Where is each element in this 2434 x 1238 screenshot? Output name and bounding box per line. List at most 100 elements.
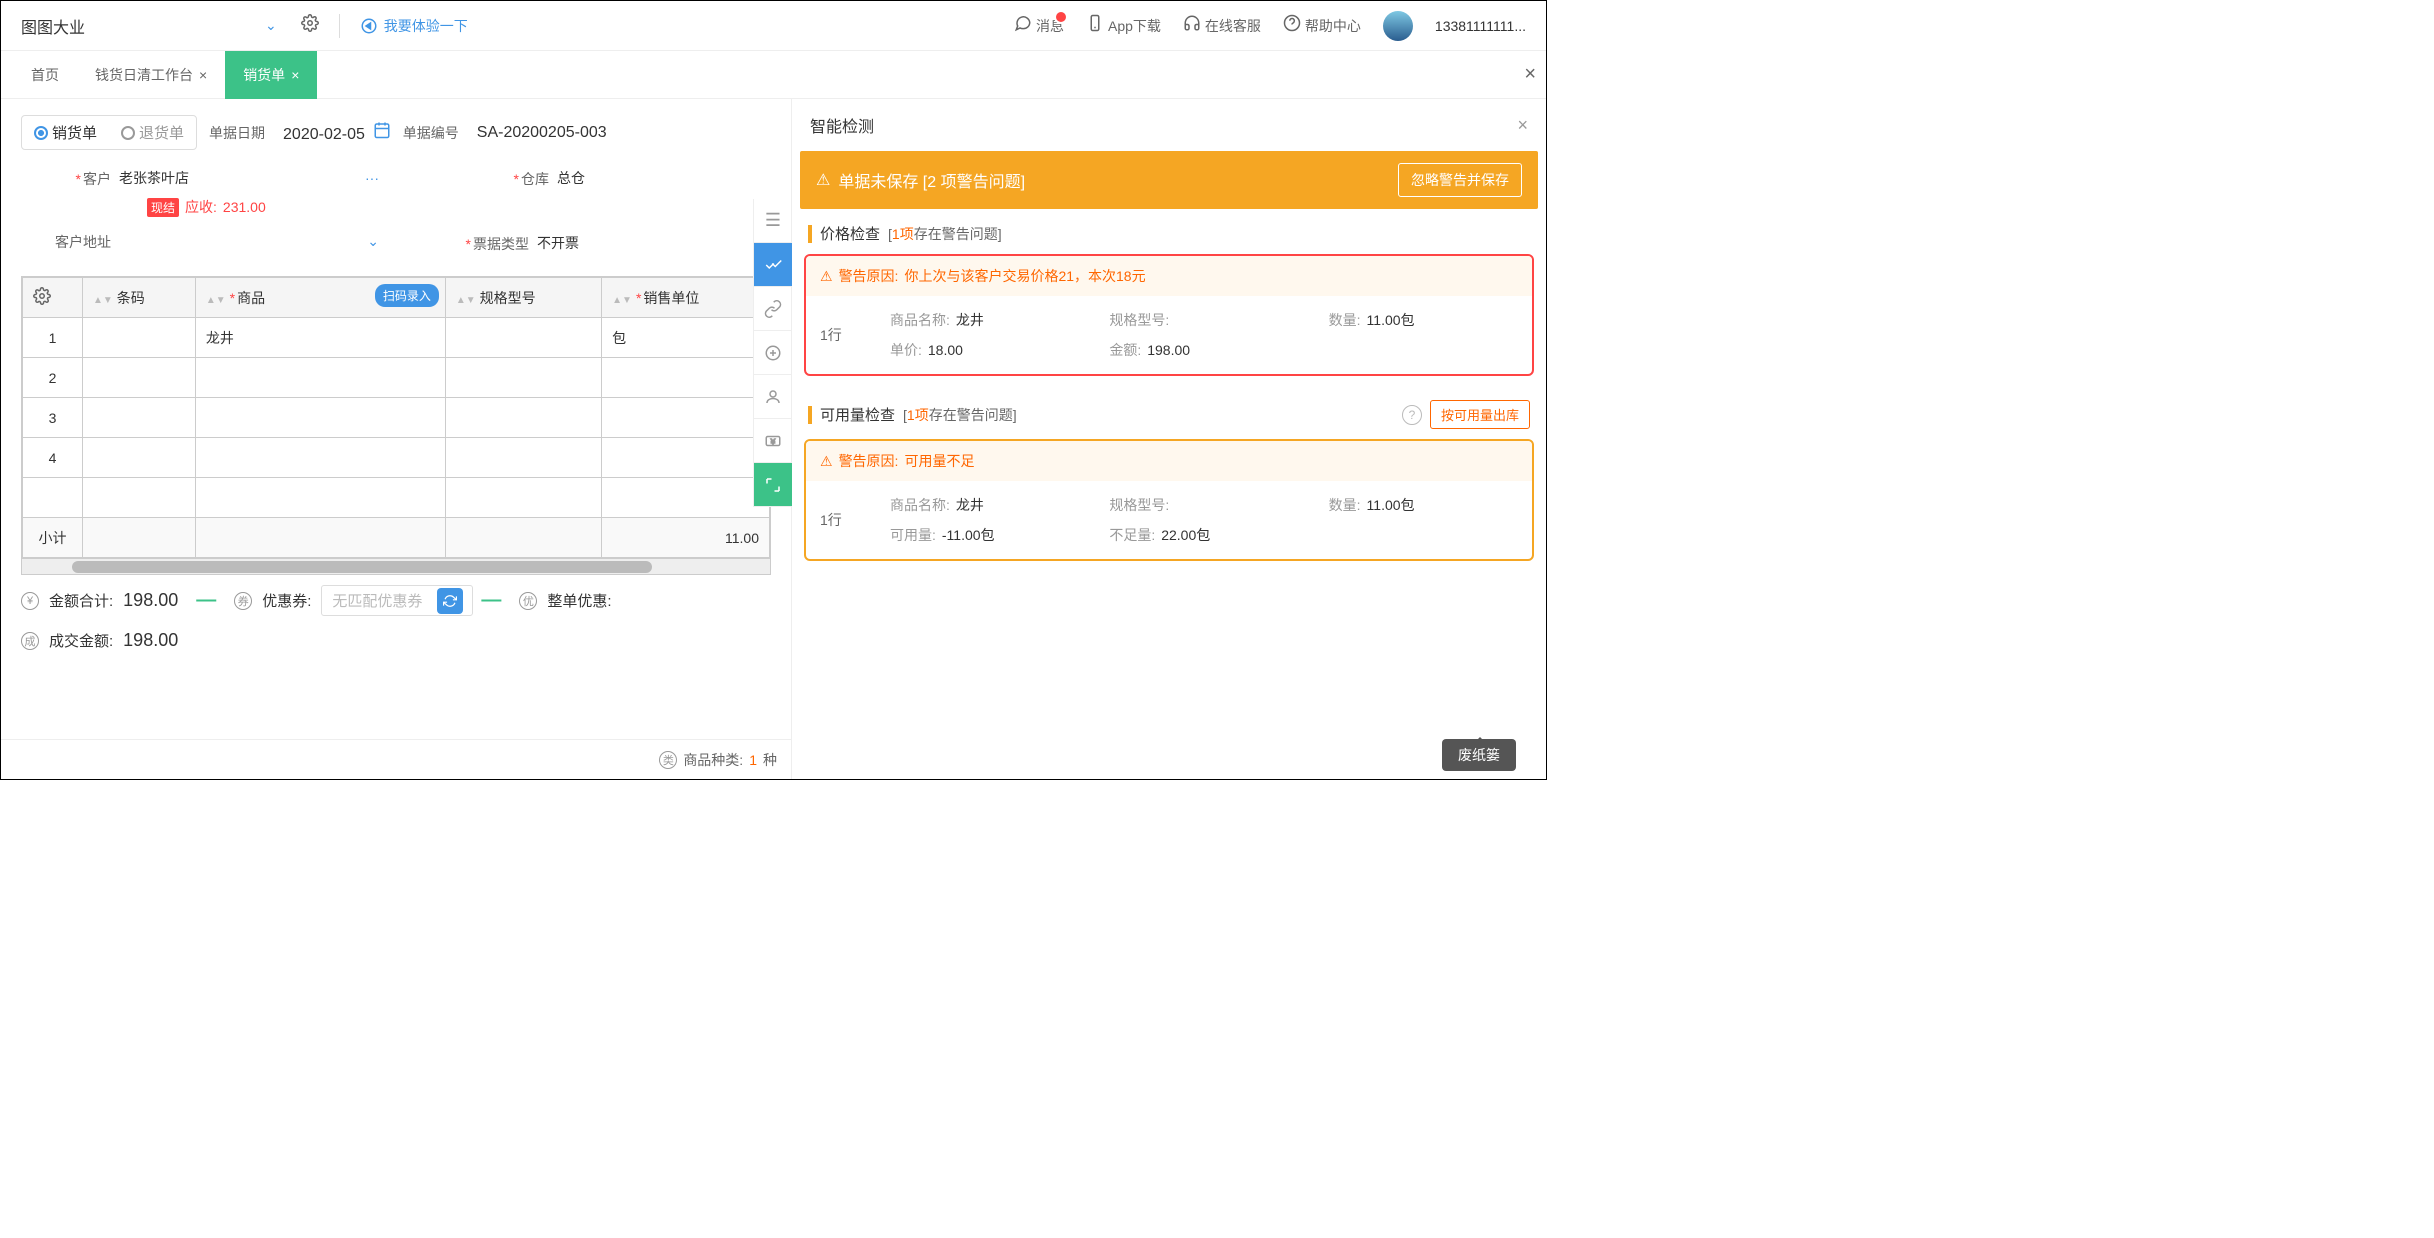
deal-row: 成 成交金额: 198.00	[21, 630, 771, 651]
side-icon-expand[interactable]	[754, 463, 792, 507]
trash-button[interactable]: 废纸篓	[1442, 739, 1516, 771]
table-row[interactable]: 1龙井包	[23, 318, 770, 358]
sort-icon: ▲▼	[206, 298, 226, 304]
chevron-down-icon[interactable]: ⌄	[367, 233, 379, 250]
warn-reason-label: 警告原因:	[839, 266, 899, 286]
totals-row: ¥ 金额合计: 198.00 — 券 优惠券: 无匹配优惠券 — 优 整单优惠:	[21, 585, 771, 616]
help-center-label: 帮助中心	[1305, 16, 1361, 36]
warning-icon: ⚠	[816, 170, 830, 190]
out-by-available-button[interactable]: 按可用量出库	[1430, 400, 1530, 429]
chevron-down-icon: ⌄	[265, 17, 277, 34]
row-tag: 1行	[820, 310, 870, 360]
customer-label: *客户	[21, 169, 111, 189]
amount-value: 198.00	[123, 590, 178, 611]
company-name: 图图大业	[21, 14, 85, 38]
address-label: 客户地址	[21, 232, 111, 252]
receivable-row: 现结 应收: 231.00	[147, 197, 771, 217]
th-spec[interactable]: ▲▼规格型号	[445, 278, 601, 318]
stock-check-meta: [1项存在警告问题]	[903, 405, 1017, 425]
horizontal-scrollbar[interactable]	[22, 558, 770, 574]
radio-return-label: 退货单	[139, 122, 184, 143]
deal-icon: 成	[21, 632, 39, 650]
table-row[interactable]	[23, 478, 770, 518]
more-icon[interactable]: ···	[365, 170, 379, 186]
minus-icon: —	[481, 589, 501, 612]
radio-return[interactable]: 退货单	[109, 116, 196, 149]
message-icon	[1014, 14, 1032, 37]
close-icon[interactable]: ×	[291, 67, 299, 83]
stock-check-title: 可用量检查	[820, 404, 895, 425]
sort-icon: ▲▼	[612, 298, 632, 304]
address-input[interactable]: ⌄	[119, 231, 379, 253]
side-icon-money[interactable]: ¥	[754, 419, 792, 463]
radio-sales[interactable]: 销货单	[22, 116, 109, 149]
price-warning-box: ⚠ 警告原因: 你上次与该客户交易价格21，本次18元 1行 商品名称:龙井 规…	[804, 254, 1534, 376]
tab-workbench[interactable]: 钱货日清工作台 ×	[77, 51, 225, 99]
warehouse-input[interactable]: 总仓	[557, 166, 677, 191]
notification-dot-icon	[1054, 10, 1068, 24]
minus-icon: —	[196, 589, 216, 612]
table-row[interactable]: 4	[23, 438, 770, 478]
messages-link[interactable]: 消息	[1014, 14, 1064, 37]
topbar: 图图大业 ⌄ 我要体验一下 消息 App下载 在线客服	[1, 1, 1546, 51]
items-table: ▲▼条码 ▲▼*商品 扫码录入 ▲▼规格型号 ▲▼*销售单位 1龙井包 2 3	[21, 276, 771, 575]
help-icon[interactable]: ?	[1402, 405, 1422, 425]
close-icon[interactable]: ×	[1517, 115, 1528, 136]
avatar[interactable]	[1383, 11, 1413, 41]
side-icon-user[interactable]	[754, 375, 792, 419]
sort-icon: ▲▼	[456, 298, 476, 304]
headset-icon	[1183, 14, 1201, 37]
ignore-save-button[interactable]: 忽略警告并保存	[1398, 163, 1522, 197]
price-check-title: 价格检查	[820, 223, 880, 244]
close-all-icon[interactable]: ×	[1524, 63, 1536, 86]
section-bar-icon	[808, 225, 812, 243]
th-barcode[interactable]: ▲▼条码	[83, 278, 196, 318]
table-row[interactable]: 2	[23, 358, 770, 398]
side-icon-history[interactable]	[754, 331, 792, 375]
side-icons: ☰ ¥	[753, 199, 791, 507]
side-icon-list[interactable]: ☰	[754, 199, 792, 243]
th-unit[interactable]: ▲▼*销售单位	[602, 278, 770, 318]
experience-label: 我要体验一下	[384, 16, 468, 36]
company-select[interactable]: 图图大业 ⌄	[21, 14, 277, 38]
tab-sales[interactable]: 销货单 ×	[225, 51, 317, 99]
warning-icon: ⚠	[820, 453, 833, 470]
side-icon-check[interactable]	[754, 243, 792, 287]
alert-bar: ⚠ 单据未保存 [2 项警告问题] 忽略警告并保存	[800, 151, 1538, 209]
price-check-meta: [1项存在警告问题]	[888, 224, 1002, 244]
stock-warning-box: ⚠ 警告原因: 可用量不足 1行 商品名称:龙井 规格型号: 数量:11.00包…	[804, 439, 1534, 561]
doc-type-radio: 销货单 退货单	[21, 115, 197, 150]
scan-button[interactable]: 扫码录入	[375, 284, 439, 307]
date-value: 2020-02-05	[283, 126, 365, 143]
customer-input[interactable]: 老张茶叶店 ···	[119, 166, 379, 191]
online-service-link[interactable]: 在线客服	[1183, 14, 1261, 37]
date-field[interactable]: 2020-02-05	[277, 121, 391, 144]
coupon-icon: 券	[234, 592, 252, 610]
side-icon-link[interactable]	[754, 287, 792, 331]
experience-link[interactable]: 我要体验一下	[360, 16, 468, 36]
coupon-label: 优惠券:	[262, 590, 311, 611]
row-tag: 1行	[820, 495, 870, 545]
customer-value: 老张茶叶店	[119, 168, 189, 188]
th-settings[interactable]	[23, 278, 83, 318]
invoice-type-label: *票据类型	[439, 234, 529, 254]
help-center-link[interactable]: 帮助中心	[1283, 14, 1361, 37]
invoice-type-input[interactable]: 不开票	[537, 231, 657, 256]
kinds-suffix: 种	[763, 750, 777, 770]
app-download-link[interactable]: App下载	[1086, 14, 1161, 37]
close-icon[interactable]: ×	[199, 67, 207, 83]
invoice-type-value: 不开票	[537, 233, 579, 253]
tab-home[interactable]: 首页	[13, 51, 77, 99]
calendar-icon[interactable]	[373, 126, 391, 142]
username[interactable]: 13381111111...	[1435, 18, 1526, 34]
warehouse-value: 总仓	[557, 168, 585, 188]
gear-icon[interactable]	[301, 14, 319, 37]
table-row[interactable]: 3	[23, 398, 770, 438]
footer: 类 商品种类: 1 种	[1, 739, 791, 779]
warehouse-label: *仓库	[459, 169, 549, 189]
refresh-button[interactable]	[437, 588, 463, 614]
warn-reason-text: 可用量不足	[904, 451, 974, 471]
th-product[interactable]: ▲▼*商品 扫码录入	[195, 278, 445, 318]
amount-label: 金额合计:	[49, 590, 113, 611]
yen-icon: ¥	[21, 592, 39, 610]
